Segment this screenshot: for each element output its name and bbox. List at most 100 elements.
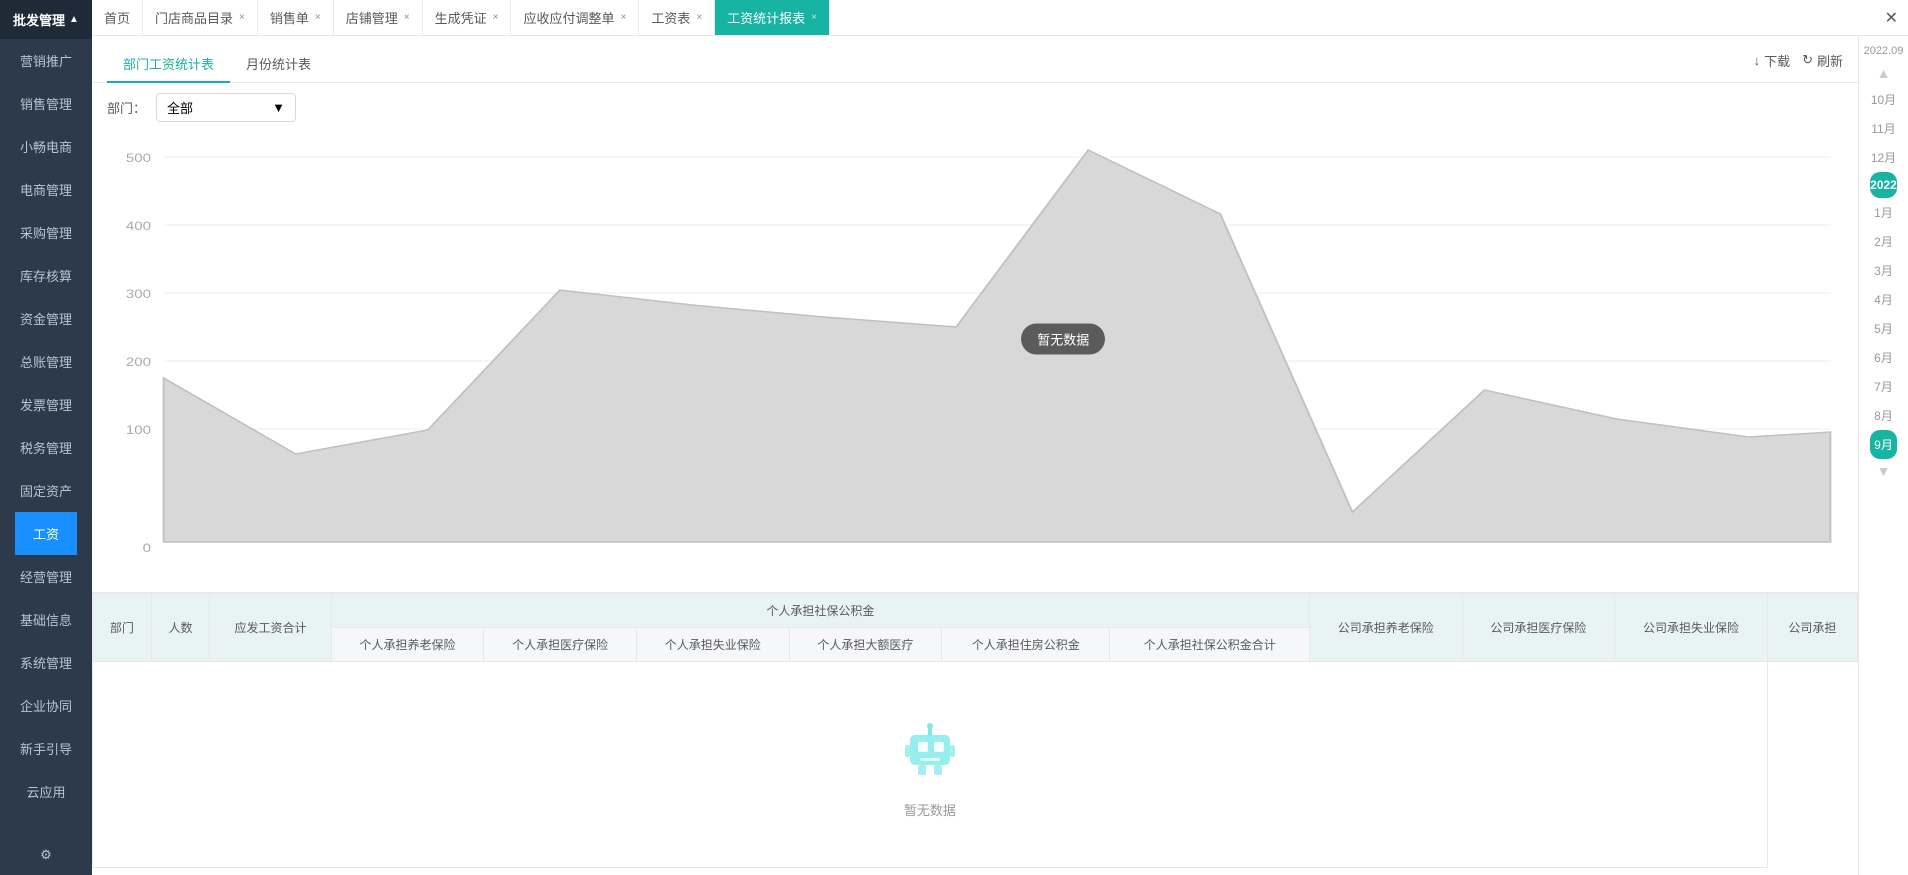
timeline-item-2022[interactable]: 2022 — [1870, 172, 1897, 198]
download-icon: ↓ — [1754, 53, 1761, 68]
tab-工资统计报表[interactable]: 工资统计报表 × — [715, 0, 830, 35]
chart-no-data-badge: 暂无数据 — [1021, 324, 1105, 355]
table-container[interactable]: 部门 人数 应发工资合计 个人承担社保公积金 公司承担养老保险 公司承担医疗保险… — [92, 593, 1858, 875]
sidebar-item-系统管理[interactable]: 系统管理 — [15, 641, 77, 684]
toolbar: ↓ 下载 ↻ 刷新 — [1754, 51, 1843, 78]
sidebar-item-小畅电商[interactable]: 小畅电商 — [15, 125, 77, 168]
timeline-item-4月[interactable]: 4月 — [1866, 285, 1901, 314]
col-header-p-total: 个人承担社保公积金合计 — [1110, 628, 1310, 662]
timeline-item-2月[interactable]: 2月 — [1866, 227, 1901, 256]
tab-close-icon[interactable]: × — [811, 12, 817, 23]
sidebar-item-营销推广[interactable]: 营销推广 — [15, 39, 77, 82]
sidebar-item-电商管理[interactable]: 电商管理 — [15, 168, 77, 211]
sidebar-header[interactable]: 批发管理 ▲ — [0, 0, 92, 39]
timeline-item-8月[interactable]: 8月 — [1866, 401, 1901, 430]
tab-label: 门店商品目录 — [155, 8, 233, 27]
timeline-nav-down[interactable]: ▼ — [1877, 459, 1891, 483]
sidebar-item-经营管理[interactable]: 经营管理 — [15, 555, 77, 598]
sub-tab-部门工资统计表[interactable]: 部门工资统计表 — [107, 46, 230, 83]
tab-店铺管理[interactable]: 店铺管理 × — [334, 0, 423, 35]
col-header-total: 应发工资合计 — [210, 594, 331, 662]
sub-tab-月份统计表[interactable]: 月份统计表 — [230, 46, 327, 83]
col-header-company-unemploy: 公司承担失业保险 — [1615, 594, 1768, 662]
sidebar-item-企业协同[interactable]: 企业协同 — [15, 684, 77, 727]
timeline-nav-up[interactable]: ▲ — [1877, 61, 1891, 85]
sidebar-item-销售管理[interactable]: 销售管理 — [15, 82, 77, 125]
timeline-item-9月[interactable]: 9月 — [1870, 430, 1897, 459]
svg-text:500: 500 — [126, 151, 152, 164]
timeline-item-3月[interactable]: 3月 — [1866, 256, 1901, 285]
tab-label: 工资表 — [651, 8, 690, 27]
sidebar-item-云应用[interactable]: 云应用 — [15, 770, 77, 813]
sidebar-settings[interactable]: ⚙ — [0, 835, 92, 875]
sidebar-item-采购管理[interactable]: 采购管理 — [15, 211, 77, 254]
tab-生成凭证[interactable]: 生成凭证 × — [423, 0, 512, 35]
tab-close-icon[interactable]: × — [493, 12, 499, 23]
svg-text:300: 300 — [126, 287, 152, 300]
tab-bar: 首页门店商品目录×销售单×店铺管理×生成凭证×应收应付调整单×工资表×工资统计报… — [92, 0, 1908, 36]
filter-bar: 部门： 全部 ▼ — [92, 83, 1858, 132]
col-header-p-old: 个人承担养老保险 — [331, 628, 484, 662]
timeline-item-12月[interactable]: 12月 — [1866, 143, 1901, 172]
tab-close-icon[interactable]: × — [239, 12, 245, 23]
download-button[interactable]: ↓ 下载 — [1754, 51, 1791, 70]
tab-close-icon[interactable]: × — [696, 12, 702, 23]
tab-label: 首页 — [104, 8, 130, 27]
chart-no-data-text: 暂无数据 — [1037, 333, 1089, 348]
sidebar: 批发管理 ▲ 营销推广销售管理小畅电商电商管理采购管理库存核算资金管理总账管理发… — [0, 0, 92, 875]
tab-close-icon[interactable]: × — [315, 12, 321, 23]
sidebar-item-发票管理[interactable]: 发票管理 — [15, 383, 77, 426]
timeline-item-5月[interactable]: 5月 — [1866, 314, 1901, 343]
timeline-item-10月[interactable]: 10月 — [1866, 85, 1901, 114]
salary-chart: 500 400 300 200 100 0 — [107, 142, 1843, 562]
tab-label: 店铺管理 — [346, 8, 398, 27]
refresh-label: 刷新 — [1817, 51, 1843, 70]
table-no-data-container: 暂无数据 — [103, 670, 1757, 859]
tab-销售单[interactable]: 销售单× — [258, 0, 334, 35]
refresh-button[interactable]: ↻ 刷新 — [1802, 51, 1843, 70]
tab-门店商品目录[interactable]: 门店商品目录 × — [143, 0, 258, 35]
sidebar-item-税务管理[interactable]: 税务管理 — [15, 426, 77, 469]
tab-应收应付调整单[interactable]: 应收应付调整单 × — [511, 0, 639, 35]
main-area: 首页门店商品目录×销售单×店铺管理×生成凭证×应收应付调整单×工资表×工资统计报… — [92, 0, 1908, 875]
tab-label: 应收应付调整单 — [523, 8, 614, 27]
col-header-company-medical: 公司承担医疗保险 — [1462, 594, 1615, 662]
sidebar-item-新手引导[interactable]: 新手引导 — [15, 727, 77, 770]
timeline-item-7月[interactable]: 7月 — [1866, 372, 1901, 401]
svg-text:400: 400 — [126, 219, 152, 232]
timeline-item-6月[interactable]: 6月 — [1866, 343, 1901, 372]
tab-label: 生成凭证 — [435, 8, 487, 27]
tab-label: 工资统计报表 — [727, 8, 805, 27]
sidebar-item-库存核算[interactable]: 库存核算 — [15, 254, 77, 297]
col-header-company-other: 公司承担 — [1767, 594, 1857, 662]
table-area: 部门 人数 应发工资合计 个人承担社保公积金 公司承担养老保险 公司承担医疗保险… — [92, 592, 1858, 875]
tab-工资表[interactable]: 工资表 × — [639, 0, 715, 35]
department-filter-label: 部门： — [107, 98, 146, 117]
col-header-personal-insurance: 个人承担社保公积金 — [331, 594, 1309, 628]
sidebar-item-工资[interactable]: 工资 — [15, 512, 77, 555]
close-all-tabs-button[interactable]: ✕ — [1875, 0, 1908, 35]
sidebar-item-固定资产[interactable]: 固定资产 — [15, 469, 77, 512]
col-header-p-medical: 个人承担医疗保险 — [484, 628, 637, 662]
col-header-count: 人数 — [151, 594, 210, 662]
content-area: 部门工资统计表月份统计表 ↓ 下载 ↻ 刷新 部门： 全部 ▼ — [92, 36, 1908, 875]
table-no-data-text: 暂无数据 — [904, 800, 956, 819]
department-select[interactable]: 全部 ▼ — [156, 93, 296, 122]
tab-首页[interactable]: 首页 — [92, 0, 143, 35]
no-data-cell: 暂无数据 — [93, 662, 1768, 868]
timeline-panel: 2022.09 ▲ 10月11月12月20221月2月3月4月5月6月7月8月9… — [1858, 36, 1908, 875]
sidebar-item-资金管理[interactable]: 资金管理 — [15, 297, 77, 340]
col-header-dept: 部门 — [93, 594, 152, 662]
timeline-item-11月[interactable]: 11月 — [1866, 114, 1901, 143]
svg-text:200: 200 — [126, 355, 152, 368]
col-header-p-unemploy: 个人承担失业保险 — [636, 628, 789, 662]
tab-close-icon[interactable]: × — [620, 12, 626, 23]
sidebar-item-基础信息[interactable]: 基础信息 — [15, 598, 77, 641]
no-data-robot-icon — [890, 710, 970, 790]
salary-table: 部门 人数 应发工资合计 个人承担社保公积金 公司承担养老保险 公司承担医疗保险… — [92, 593, 1858, 868]
timeline-item-1月[interactable]: 1月 — [1866, 198, 1901, 227]
sidebar-item-总账管理[interactable]: 总账管理 — [15, 340, 77, 383]
page-content: 部门工资统计表月份统计表 ↓ 下载 ↻ 刷新 部门： 全部 ▼ — [92, 36, 1858, 875]
department-select-value: 全部 — [167, 98, 193, 117]
tab-close-icon[interactable]: × — [404, 12, 410, 23]
